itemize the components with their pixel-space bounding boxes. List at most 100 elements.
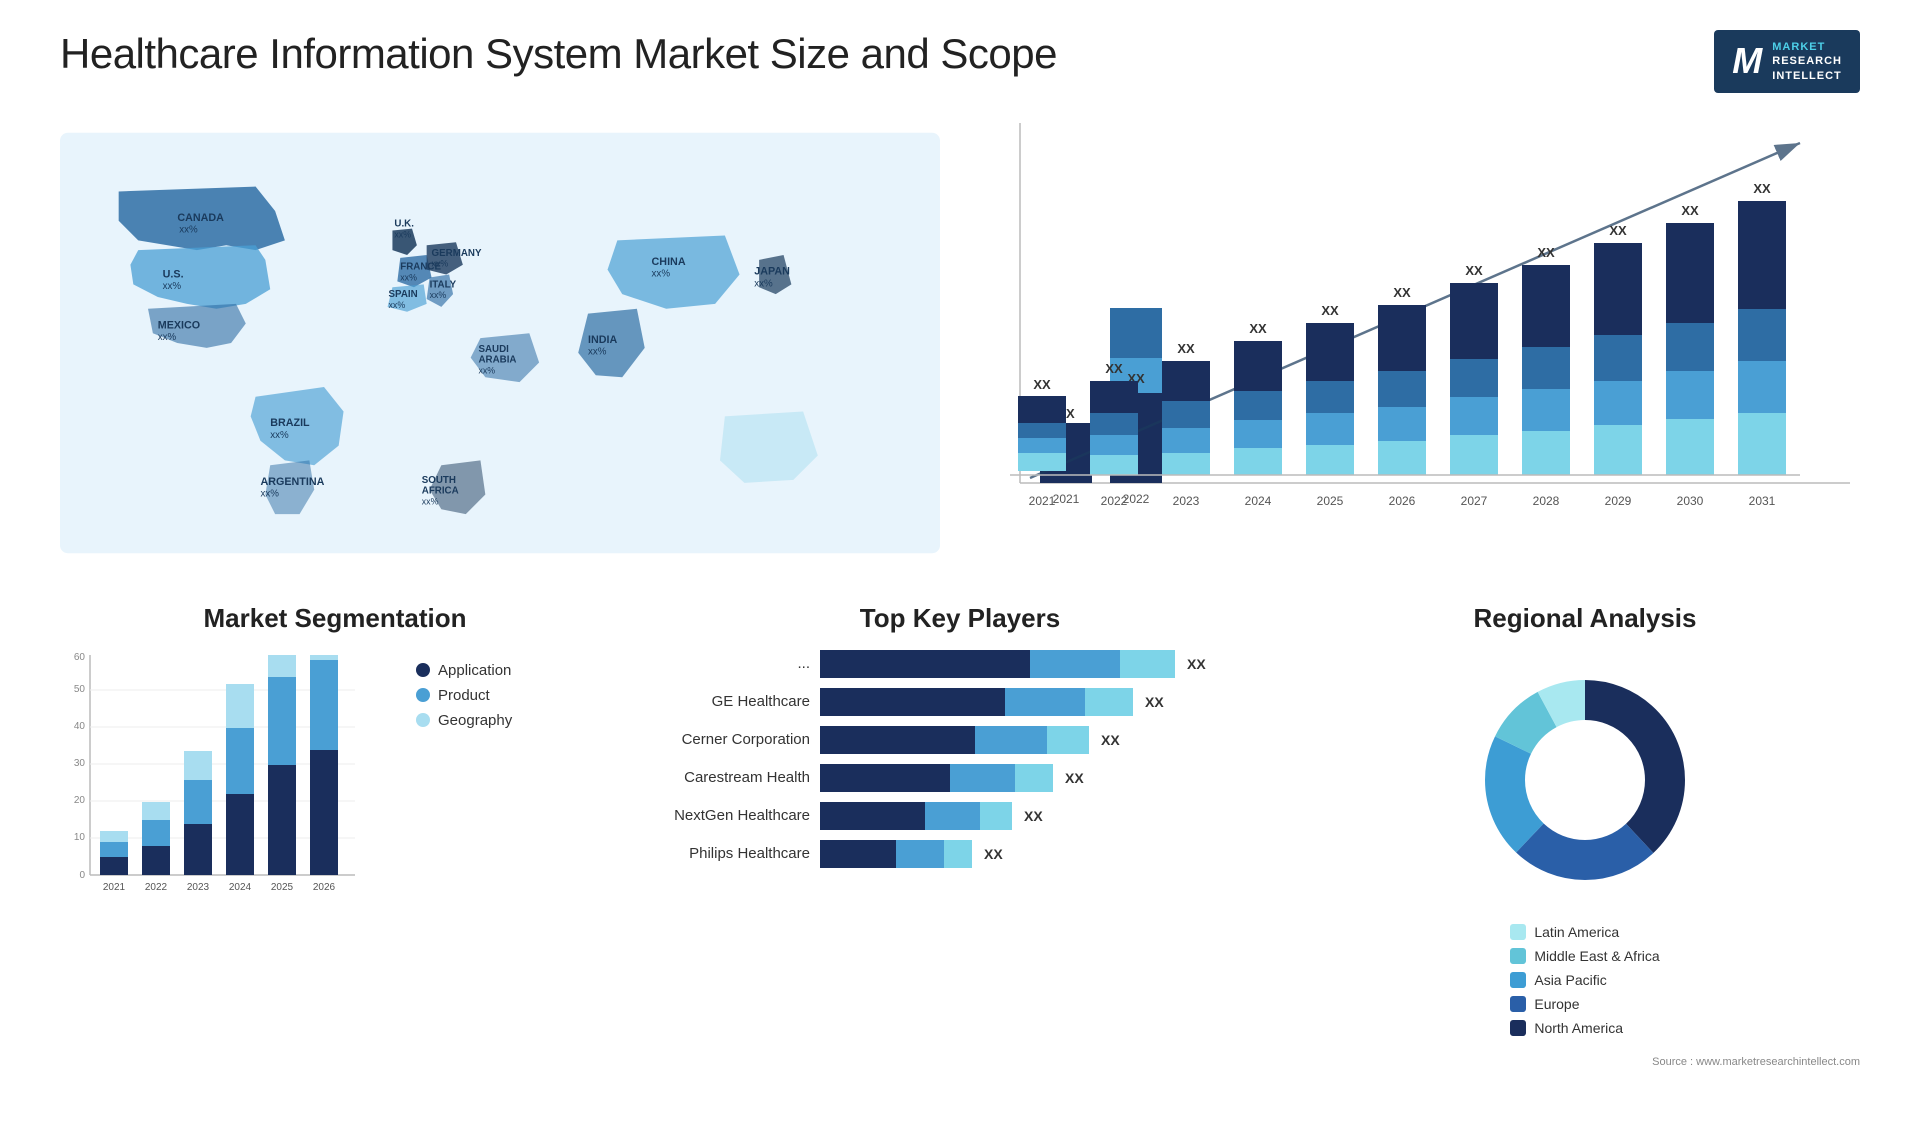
svg-text:XX: XX (1465, 263, 1483, 278)
regional-title: Regional Analysis (1310, 603, 1860, 634)
svg-text:INDIA: INDIA (588, 334, 618, 346)
svg-text:CANADA: CANADA (177, 212, 224, 224)
player-bar-stacked (820, 802, 1012, 830)
player-row: ... XX (630, 650, 1290, 678)
svg-text:ARGENTINA: ARGENTINA (260, 476, 324, 488)
svg-text:XX: XX (1105, 361, 1123, 376)
svg-text:xx%: xx% (260, 488, 279, 499)
svg-text:U.S.: U.S. (163, 268, 184, 280)
player-bar-seg-dark (820, 764, 950, 792)
svg-text:2024: 2024 (1245, 494, 1272, 508)
svg-text:XX: XX (1033, 377, 1051, 392)
svg-text:xx%: xx% (432, 259, 449, 269)
legend-middle-east-color (1510, 948, 1526, 964)
svg-text:XX: XX (1393, 285, 1411, 300)
player-bar-wrap: XX (820, 764, 1290, 792)
legend-latin-america: Latin America (1510, 924, 1659, 940)
svg-text:2028: 2028 (1533, 494, 1560, 508)
player-bar-stacked (820, 764, 1053, 792)
player-bar-wrap: XX (820, 726, 1290, 754)
svg-text:2026: 2026 (313, 882, 336, 893)
svg-text:50: 50 (74, 684, 86, 695)
source-text: Source : www.marketresearchintellect.com (1310, 1056, 1860, 1068)
svg-text:XX: XX (1681, 203, 1699, 218)
world-map-area: CANADA xx% U.S. xx% MEXICO xx% BRAZIL xx… (60, 113, 940, 573)
player-bar-stacked (820, 840, 972, 868)
player-bar-seg-dark (820, 688, 1005, 716)
svg-text:xx%: xx% (430, 290, 447, 300)
players-section: Top Key Players ... XX (630, 603, 1290, 868)
legend-product: Product (416, 687, 512, 704)
svg-text:2023: 2023 (1173, 494, 1200, 508)
player-bar-seg-light (1047, 726, 1089, 754)
svg-text:2023: 2023 (187, 882, 210, 893)
player-row: NextGen Healthcare XX (630, 802, 1290, 830)
segmentation-legend: Application Product Geography (416, 662, 512, 729)
player-name: ... (630, 655, 810, 672)
svg-text:40: 40 (74, 721, 86, 732)
page: Healthcare Information System Market Siz… (0, 0, 1920, 1146)
svg-text:2025: 2025 (271, 882, 294, 893)
player-bar-seg-mid (1005, 688, 1085, 716)
players-list: ... XX GE Healthcare (630, 650, 1290, 868)
svg-text:XX: XX (1753, 181, 1771, 196)
player-name: Philips Healthcare (630, 845, 810, 862)
player-bar-seg-dark (820, 650, 1030, 678)
svg-text:2022: 2022 (145, 882, 168, 893)
player-bar-stacked (820, 726, 1089, 754)
svg-text:CHINA: CHINA (652, 256, 686, 268)
logo-area: M MARKET RESEARCH INTELLECT (1714, 30, 1860, 93)
player-bar-seg-mid (975, 726, 1047, 754)
legend-product-dot (416, 688, 430, 702)
player-bar-wrap: XX (820, 840, 1290, 868)
player-name: Cerner Corporation (630, 731, 810, 748)
legend-latin-america-color (1510, 924, 1526, 940)
legend-middle-east: Middle East & Africa (1510, 948, 1659, 964)
svg-text:SOUTH: SOUTH (422, 475, 456, 486)
player-bar-seg-mid (950, 764, 1015, 792)
regional-section: Regional Analysis (1310, 603, 1860, 1068)
svg-text:2026: 2026 (1389, 494, 1416, 508)
player-bar-seg-light (1085, 688, 1133, 716)
segmentation-title: Market Segmentation (60, 603, 610, 634)
svg-text:2025: 2025 (1317, 494, 1344, 508)
svg-text:20: 20 (74, 795, 86, 806)
player-bar-seg-dark (820, 726, 975, 754)
svg-text:JAPAN: JAPAN (754, 265, 790, 277)
svg-text:xx%: xx% (270, 430, 289, 441)
bar-chart-area: XX 2021 XX 2022 (980, 113, 1860, 573)
player-row: Cerner Corporation XX (630, 726, 1290, 754)
header: Healthcare Information System Market Siz… (60, 30, 1860, 93)
svg-text:2027: 2027 (1461, 494, 1488, 508)
donut-wrap: Latin America Middle East & Africa Asia … (1310, 650, 1860, 1036)
svg-text:2021: 2021 (1029, 494, 1056, 508)
player-name: GE Healthcare (630, 693, 810, 710)
svg-text:xx%: xx% (400, 272, 417, 282)
market-chart-overlay: XX 2021 XX 2022 XX 2023 (980, 113, 1840, 533)
legend-north-america-color (1510, 1020, 1526, 1036)
seg-and-legend: 0 10 20 30 40 50 60 (60, 650, 610, 920)
legend-geography-dot (416, 713, 430, 727)
page-title: Healthcare Information System Market Siz… (60, 30, 1057, 78)
svg-text:ARABIA: ARABIA (478, 354, 516, 365)
top-section: CANADA xx% U.S. xx% MEXICO xx% BRAZIL xx… (60, 113, 1860, 573)
player-bar-seg-light (1015, 764, 1053, 792)
svg-text:xx%: xx% (389, 300, 406, 310)
player-bar-stacked (820, 688, 1133, 716)
legend-geography: Geography (416, 712, 512, 729)
player-row: Carestream Health XX (630, 764, 1290, 792)
legend-asia-pacific: Asia Pacific (1510, 972, 1659, 988)
svg-text:2021: 2021 (103, 882, 126, 893)
svg-text:10: 10 (74, 832, 86, 843)
donut-legend: Latin America Middle East & Africa Asia … (1510, 924, 1659, 1036)
player-bar-wrap: XX (820, 802, 1290, 830)
svg-text:xx%: xx% (588, 347, 607, 358)
svg-text:MEXICO: MEXICO (158, 319, 200, 331)
player-bar-wrap: XX (820, 650, 1290, 678)
legend-asia-pacific-color (1510, 972, 1526, 988)
player-bar-wrap: XX (820, 688, 1290, 716)
svg-text:SAUDI: SAUDI (478, 344, 509, 355)
player-bar-seg-dark (820, 802, 925, 830)
player-bar-seg-light (944, 840, 972, 868)
legend-europe: Europe (1510, 996, 1659, 1012)
